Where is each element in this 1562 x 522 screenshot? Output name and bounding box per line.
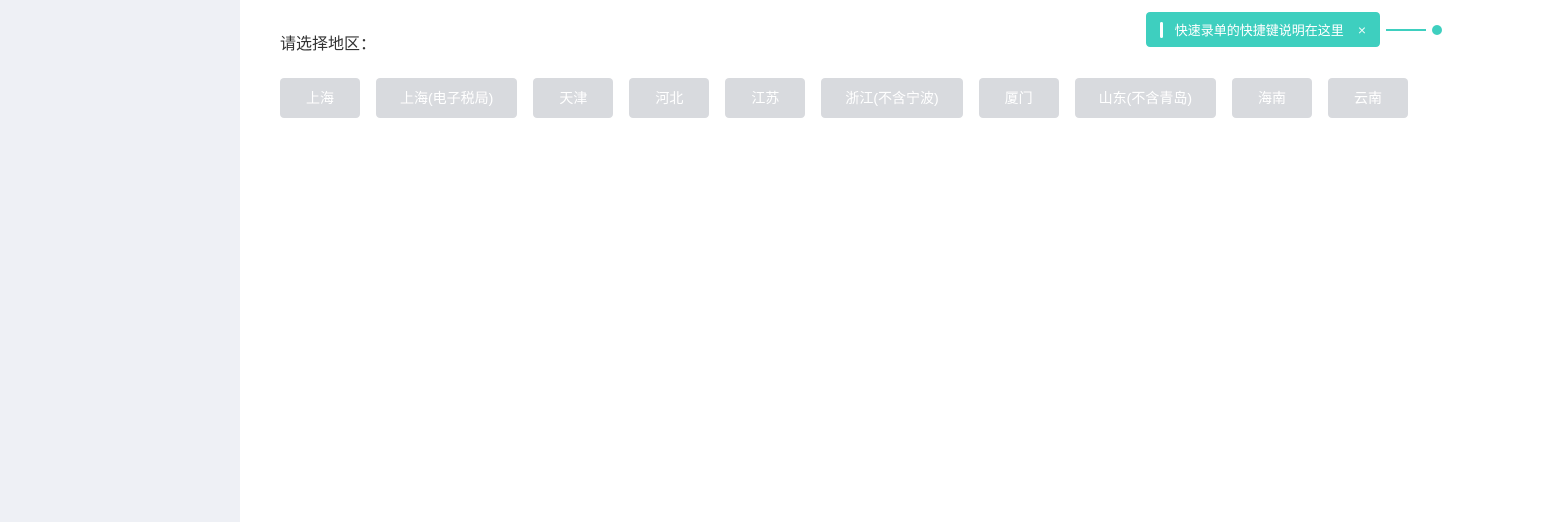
region-buttons: 上海上海(电子税局) 天津河北江苏浙江(不含宁波) 厦门山东(不含青岛) 海南云南 <box>280 78 1522 118</box>
region-button-7[interactable]: 山东(不含青岛) <box>1075 78 1216 118</box>
region-button-2[interactable]: 天津 <box>533 78 613 118</box>
region-button-4[interactable]: 江苏 <box>725 78 805 118</box>
main-content: 请选择地区： 上海上海(电子税局)天津河北江苏浙江(不含宁波)厦门山东(不含青岛… <box>240 0 1562 522</box>
region-button-5[interactable]: 浙江(不含宁波) <box>821 78 962 118</box>
sidebar <box>0 0 240 522</box>
tooltip-bubble: 快速录单的快捷键说明在这里 × <box>1146 12 1380 47</box>
tooltip-text: 快速录单的快捷键说明在这里 <box>1175 20 1344 39</box>
region-button-6[interactable]: 厦门 <box>979 78 1059 118</box>
region-button-9[interactable]: 云南 <box>1328 78 1408 118</box>
tooltip-connector-line <box>1386 29 1426 31</box>
tooltip-close-button[interactable]: × <box>1358 22 1366 38</box>
tooltip-connector-dot <box>1432 25 1442 35</box>
region-button-0[interactable]: 上海 <box>280 78 360 118</box>
region-button-3[interactable]: 河北 <box>629 78 709 118</box>
tooltip-container: 快速录单的快捷键说明在这里 × <box>1146 12 1442 47</box>
region-button-8[interactable]: 海南 <box>1232 78 1312 118</box>
region-button-1[interactable]: 上海(电子税局) <box>376 78 517 118</box>
